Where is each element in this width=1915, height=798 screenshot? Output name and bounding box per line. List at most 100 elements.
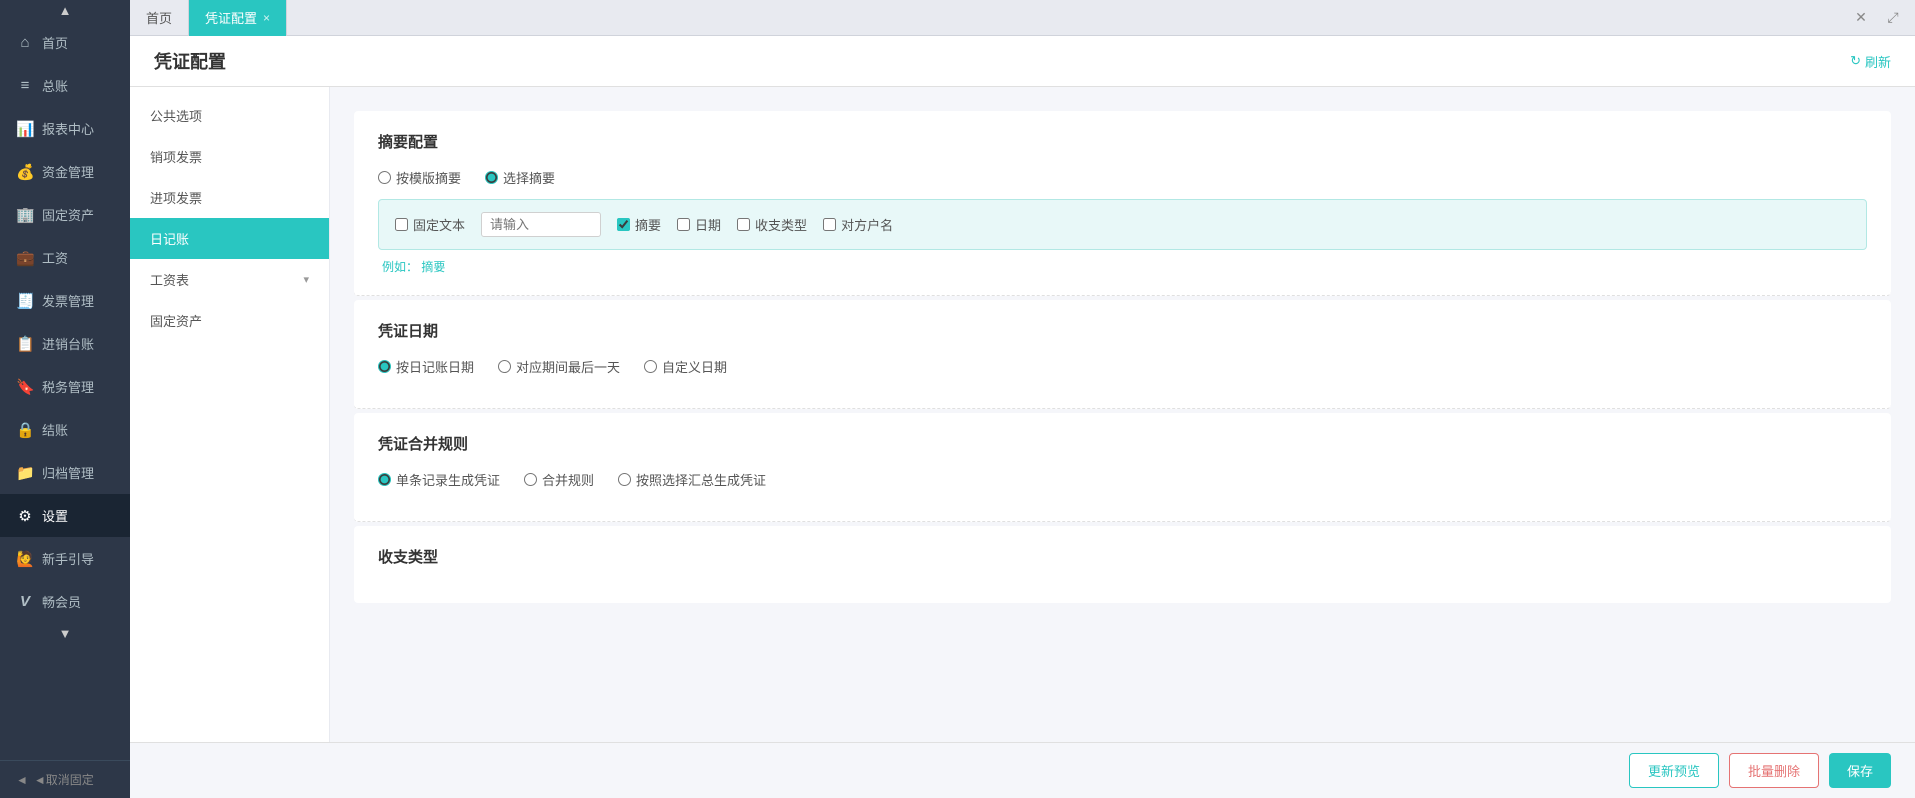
date-radio-last-day-label: 对应期间最后一天 xyxy=(516,357,620,376)
checkbox-income-type[interactable]: 收支类型 xyxy=(737,215,807,234)
scroll-up-icon[interactable]: ▲ xyxy=(59,3,72,18)
date-radio-custom-input[interactable] xyxy=(644,360,657,373)
sidebar-cancel-fixed[interactable]: ◄ ◄取消固定 xyxy=(0,760,130,798)
date-radio-journal-input[interactable] xyxy=(378,360,391,373)
tab-maximize-button[interactable]: ⤢ xyxy=(1879,4,1907,32)
reports-icon: 📊 xyxy=(16,120,34,138)
sidebar-item-salary[interactable]: 💼 工资 xyxy=(0,236,130,279)
sidebar-item-guide[interactable]: 🙋 新手引导 xyxy=(0,537,130,580)
sidebar-item-vip[interactable]: V 畅会员 xyxy=(0,580,130,623)
sidebar-item-settings[interactable]: ⚙ 设置 xyxy=(0,494,130,537)
left-nav-item-fixed-assets[interactable]: 固定资产 xyxy=(130,300,329,341)
checkbox-row: 固定文本 摘要 日期 收支类型 xyxy=(378,199,1867,250)
date-radio-journal[interactable]: 按日记账日期 xyxy=(378,357,474,376)
checkbox-fixed-text-input[interactable] xyxy=(395,218,408,231)
abstract-radio-template[interactable]: 按模版摘要 xyxy=(378,168,461,187)
fixed-text-input[interactable] xyxy=(481,212,601,237)
income-section: 收支类型 xyxy=(354,526,1891,603)
checkbox-abstract[interactable]: 摘要 xyxy=(617,215,661,234)
left-nav-item-sales[interactable]: 销项发票 xyxy=(130,136,329,177)
sidebar-item-invoice[interactable]: 🧾 发票管理 xyxy=(0,279,130,322)
merge-radio-select-total[interactable]: 按照选择汇总生成凭证 xyxy=(618,470,766,489)
merge-radio-select-total-label: 按照选择汇总生成凭证 xyxy=(636,470,766,489)
refresh-icon: ↻ xyxy=(1850,53,1861,69)
left-nav-item-purchase[interactable]: 进项发票 xyxy=(130,177,329,218)
funds-icon: 💰 xyxy=(16,163,34,181)
abstract-radio-select-label: 选择摘要 xyxy=(503,168,555,187)
left-nav-item-journal[interactable]: 日记账 xyxy=(130,218,329,259)
salary-icon: 💼 xyxy=(16,249,34,267)
sidebar-label-guide: 新手引导 xyxy=(42,549,94,568)
right-content: 摘要配置 按模版摘要 选择摘要 固定文本 xyxy=(330,87,1915,798)
checkbox-fixed-text[interactable]: 固定文本 xyxy=(395,215,465,234)
abstract-radio-select[interactable]: 选择摘要 xyxy=(485,168,555,187)
income-section-title: 收支类型 xyxy=(378,546,1867,567)
sidebar-item-ledger2[interactable]: 📋 进销台账 xyxy=(0,322,130,365)
sidebar-item-tax[interactable]: 🔖 税务管理 xyxy=(0,365,130,408)
sidebar-label-tax: 税务管理 xyxy=(42,377,94,396)
left-nav-item-payroll[interactable]: 工资表 ▾ xyxy=(130,259,329,300)
content-layout: 公共选项 销项发票 进项发票 日记账 工资表 ▾ 固定资产 摘要配置 xyxy=(130,87,1915,798)
abstract-radio-group: 按模版摘要 选择摘要 xyxy=(378,168,1867,187)
batch-delete-button[interactable]: 批量删除 xyxy=(1729,753,1819,788)
sidebar-item-archive[interactable]: 📁 归档管理 xyxy=(0,451,130,494)
sidebar-label-invoice: 发票管理 xyxy=(42,291,94,310)
merge-section: 凭证合并规则 单条记录生成凭证 合并规则 按照选择汇总生成凭证 xyxy=(354,413,1891,522)
sidebar: ▲ ⌂ 首页 ≡ 总账 📊 报表中心 💰 资金管理 🏢 固定资产 💼 工资 🧾 … xyxy=(0,0,130,798)
merge-section-title: 凭证合并规则 xyxy=(378,433,1867,454)
bottom-bar: 更新预览 批量删除 保存 xyxy=(130,742,1915,798)
ledger2-icon: 📋 xyxy=(16,335,34,353)
tab-active-label: 凭证配置 xyxy=(205,8,257,27)
merge-radio-single-input[interactable] xyxy=(378,473,391,486)
tab-minimize-button[interactable]: ✕ xyxy=(1847,4,1875,32)
checkbox-income-type-input[interactable] xyxy=(737,218,750,231)
sidebar-label-ledger2: 进销台账 xyxy=(42,334,94,353)
cancel-fixed-label: ◄取消固定 xyxy=(34,771,94,788)
date-radio-last-day-input[interactable] xyxy=(498,360,511,373)
sidebar-scroll-down[interactable]: ▼ xyxy=(0,623,130,644)
sidebar-scroll-up[interactable]: ▲ xyxy=(0,0,130,21)
tab-home-label: 首页 xyxy=(146,8,172,27)
date-radio-custom[interactable]: 自定义日期 xyxy=(644,357,727,376)
refresh-label: 刷新 xyxy=(1865,52,1891,71)
assets-icon: 🏢 xyxy=(16,206,34,224)
main-area: 首页 凭证配置 × ✕ ⤢ 凭证配置 ↻ 刷新 公共选项 销项发票 进项 xyxy=(130,0,1915,798)
tab-close-icon[interactable]: × xyxy=(263,11,270,25)
tab-voucher-config[interactable]: 凭证配置 × xyxy=(189,0,287,36)
tab-home[interactable]: 首页 xyxy=(130,0,189,36)
abstract-section: 摘要配置 按模版摘要 选择摘要 固定文本 xyxy=(354,111,1891,296)
left-nav-item-public[interactable]: 公共选项 xyxy=(130,95,329,136)
sidebar-label-home: 首页 xyxy=(42,33,68,52)
merge-radio-merge-input[interactable] xyxy=(524,473,537,486)
checkbox-abstract-input[interactable] xyxy=(617,218,630,231)
save-button[interactable]: 保存 xyxy=(1829,753,1891,788)
sidebar-item-home[interactable]: ⌂ 首页 xyxy=(0,21,130,64)
merge-radio-merge[interactable]: 合并规则 xyxy=(524,470,594,489)
sidebar-item-close[interactable]: 🔒 结账 xyxy=(0,408,130,451)
sidebar-label-salary: 工资 xyxy=(42,248,68,267)
refresh-button[interactable]: ↻ 刷新 xyxy=(1850,52,1891,71)
checkbox-date-input[interactable] xyxy=(677,218,690,231)
date-section-title: 凭证日期 xyxy=(378,320,1867,341)
sidebar-item-reports[interactable]: 📊 报表中心 xyxy=(0,107,130,150)
update-preview-button[interactable]: 更新预览 xyxy=(1629,753,1719,788)
checkbox-counterpart[interactable]: 对方户名 xyxy=(823,215,893,234)
merge-radio-select-total-input[interactable] xyxy=(618,473,631,486)
abstract-radio-select-input[interactable] xyxy=(485,171,498,184)
sidebar-item-funds[interactable]: 💰 资金管理 xyxy=(0,150,130,193)
checkbox-date-label: 日期 xyxy=(695,215,721,234)
merge-radio-single[interactable]: 单条记录生成凭证 xyxy=(378,470,500,489)
abstract-radio-template-input[interactable] xyxy=(378,171,391,184)
home-icon: ⌂ xyxy=(16,34,34,51)
sidebar-item-assets[interactable]: 🏢 固定资产 xyxy=(0,193,130,236)
page-title: 凭证配置 xyxy=(154,48,226,74)
sidebar-item-ledger[interactable]: ≡ 总账 xyxy=(0,64,130,107)
sidebar-label-vip: 畅会员 xyxy=(42,592,81,611)
sidebar-label-settings: 设置 xyxy=(42,506,68,525)
checkbox-date[interactable]: 日期 xyxy=(677,215,721,234)
date-radio-last-day[interactable]: 对应期间最后一天 xyxy=(498,357,620,376)
abstract-radio-template-label: 按模版摘要 xyxy=(396,168,461,187)
merge-radio-single-label: 单条记录生成凭证 xyxy=(396,470,500,489)
checkbox-counterpart-input[interactable] xyxy=(823,218,836,231)
date-section: 凭证日期 按日记账日期 对应期间最后一天 自定义日期 xyxy=(354,300,1891,409)
